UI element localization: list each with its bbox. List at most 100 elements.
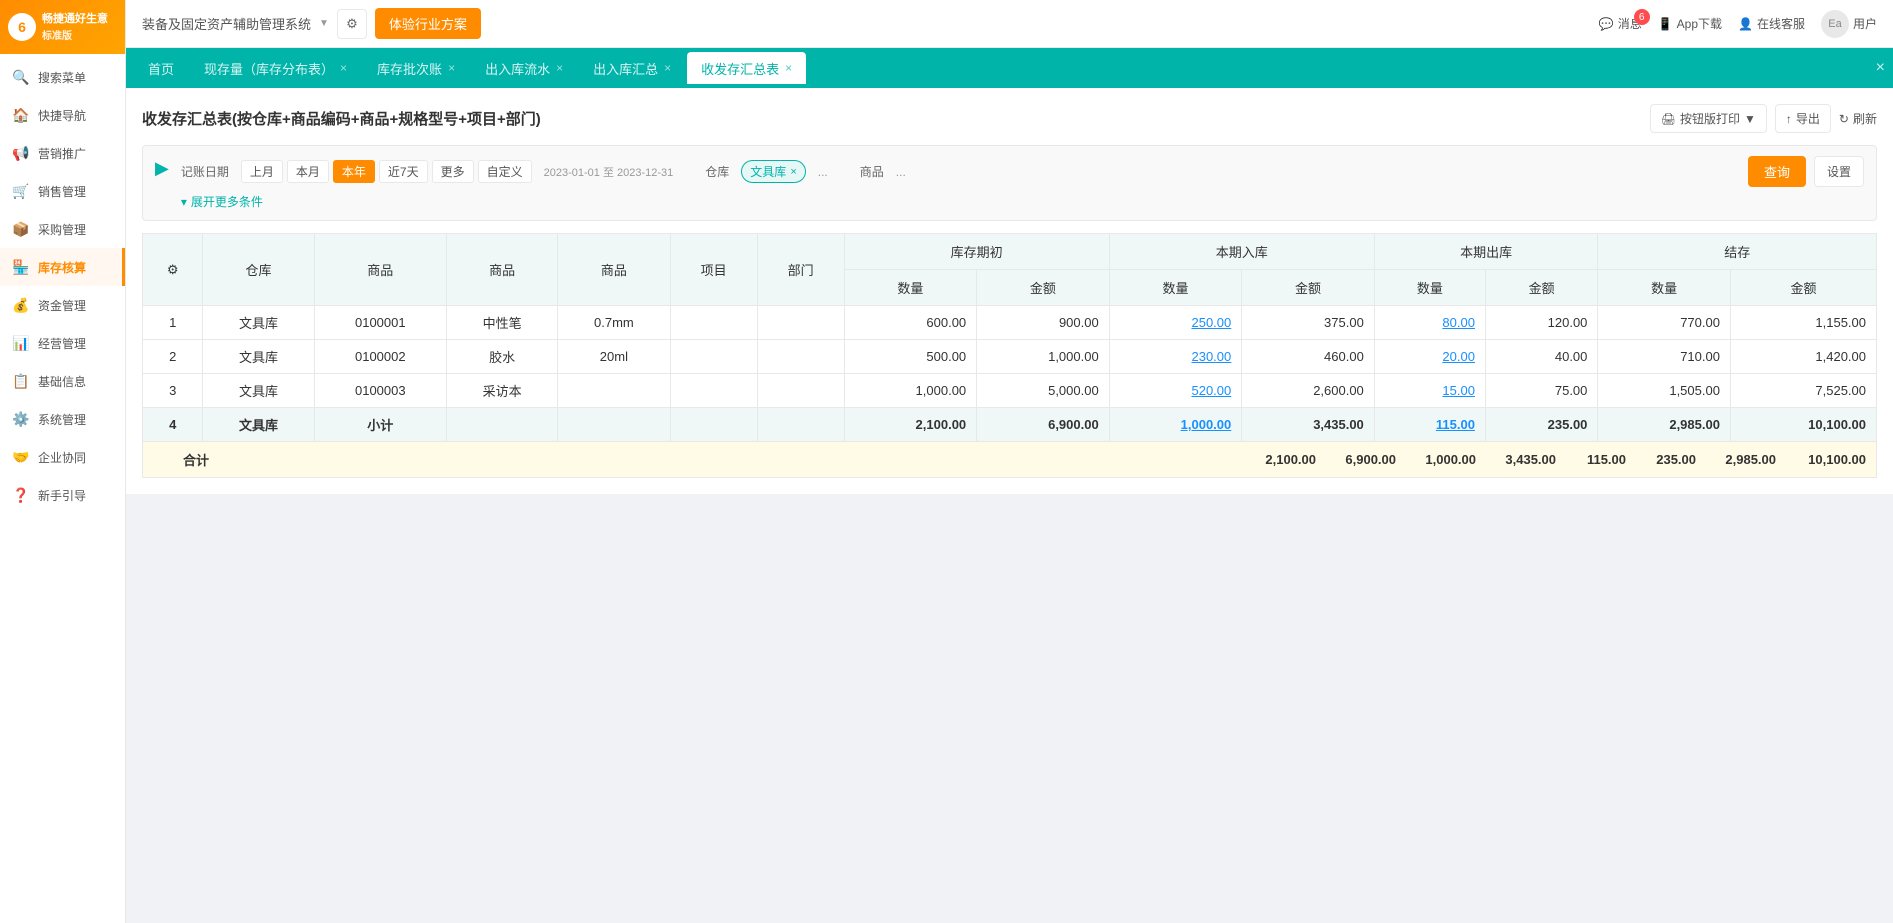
expand-filter-button[interactable]: ▾ 展开更多条件 (181, 193, 1864, 210)
row-no: 2 (143, 340, 203, 374)
date-btn-more[interactable]: 更多 (432, 160, 474, 183)
sidebar-item-search[interactable]: 🔍 搜索菜单 (0, 58, 125, 96)
tab-close-icon[interactable]: × (340, 61, 347, 75)
sidebar-nav: 🔍 搜索菜单 🏠 快捷导航 📢 营销推广 🛒 销售管理 📦 采购管理 🏪 库存核… (0, 54, 125, 923)
system-dropdown[interactable]: ▼ (319, 18, 329, 29)
avatar: Ea (1821, 10, 1849, 38)
sidebar-item-purchase[interactable]: 📦 采购管理 (0, 210, 125, 248)
date-btn-this-year[interactable]: 本年 (333, 160, 375, 183)
column-settings-button[interactable]: 设置 (1814, 156, 1864, 187)
query-button[interactable]: 查询 (1748, 156, 1806, 187)
refresh-button[interactable]: ↻ 刷新 (1839, 110, 1877, 127)
tab-label: 收发存汇总表 (701, 59, 779, 78)
sidebar-item-operations[interactable]: 📊 经营管理 (0, 324, 125, 362)
row-warehouse: 文具库 (203, 340, 314, 374)
col-gear[interactable]: ⚙ (143, 234, 203, 306)
sidebar-item-finance[interactable]: 💰 资金管理 (0, 286, 125, 324)
date-btn-this-month[interactable]: 本月 (287, 160, 329, 183)
subtotal-in-qty[interactable]: 1,000.00 (1109, 408, 1242, 442)
filter-collapse-icon[interactable]: ▶ (155, 158, 169, 179)
goods-more[interactable]: ... (896, 165, 906, 179)
sidebar-item-enterprise[interactable]: 🤝 企业协同 (0, 438, 125, 476)
message-icon: 💬 (1599, 17, 1614, 31)
date-btn-7days[interactable]: 近7天 (379, 160, 428, 183)
row-name: 采访本 (447, 374, 558, 408)
row-in-amt: 375.00 (1242, 306, 1375, 340)
sidebar-item-marketing[interactable]: 📢 营销推广 (0, 134, 125, 172)
filter-row-1: 记账日期 上月 本月 本年 近7天 更多 自定义 2023-01-01 至 20… (181, 156, 1864, 187)
col-dept-header: 部门 (757, 234, 844, 306)
row-out-qty[interactable]: 80.00 (1374, 306, 1485, 340)
tab-close-icon[interactable]: × (448, 61, 455, 75)
export-icon: ↑ (1786, 112, 1792, 126)
trial-button[interactable]: 体验行业方案 (375, 8, 481, 39)
tab-inventory-dist[interactable]: 现存量（库存分布表） × (190, 52, 361, 84)
user-menu[interactable]: Ea 用户 (1821, 10, 1877, 38)
subtotal-warehouse: 文具库 (203, 408, 314, 442)
sidebar-item-system[interactable]: ⚙️ 系统管理 (0, 400, 125, 438)
sidebar-item-quick-nav[interactable]: 🏠 快捷导航 (0, 96, 125, 134)
date-btn-last-month[interactable]: 上月 (241, 160, 283, 183)
row-in-qty[interactable]: 520.00 (1109, 374, 1242, 408)
col-in-amt: 金额 (1242, 270, 1375, 306)
export-button[interactable]: ↑ 导出 (1775, 104, 1831, 133)
app-download-button[interactable]: 📱 App下载 (1658, 15, 1722, 32)
system-icon: ⚙️ (12, 410, 30, 428)
tab-in-out-summary[interactable]: 出入库汇总 × (579, 52, 685, 84)
warehouse-more[interactable]: ... (818, 165, 828, 179)
close-all-tabs-button[interactable]: × (1876, 59, 1885, 77)
sidebar-item-base-info[interactable]: 📋 基础信息 (0, 362, 125, 400)
settings-icon-btn[interactable]: ⚙ (337, 9, 367, 39)
print-button[interactable]: 🖨 按钮版打印 ▼ (1650, 104, 1767, 133)
tab-close-icon[interactable]: × (664, 61, 671, 75)
date-btn-custom[interactable]: 自定义 (478, 160, 532, 183)
subtotal-row: 4 文具库 小计 2,100.00 6,900.00 1,000.00 3,43… (143, 408, 1877, 442)
table-row: 2 文具库 0100002 胶水 20ml 500.00 1,000.00 23… (143, 340, 1877, 374)
logo-text: 畅捷通好生意 标准版 (42, 12, 108, 42)
row-name: 中性笔 (447, 306, 558, 340)
sidebar-item-sales[interactable]: 🛒 销售管理 (0, 172, 125, 210)
row-spec: 20ml (558, 340, 670, 374)
subtotal-bal-amt: 10,100.00 (1730, 408, 1876, 442)
sidebar-item-label: 系统管理 (38, 411, 86, 428)
row-open-qty: 600.00 (844, 306, 977, 340)
tab-close-icon[interactable]: × (785, 61, 792, 75)
subtotal-no: 4 (143, 408, 203, 442)
warehouse-tag-close[interactable]: × (790, 166, 796, 178)
total-values: 2,100.00 6,900.00 1,000.00 3,435.00 115.… (723, 452, 1876, 467)
sidebar-item-inventory[interactable]: 🏪 库存核算 (0, 248, 125, 286)
total-in-qty: 1,000.00 (1406, 452, 1486, 467)
tab-close-icon[interactable]: × (556, 61, 563, 75)
row-open-qty: 500.00 (844, 340, 977, 374)
row-code: 0100003 (314, 374, 447, 408)
col-opening-amt: 金额 (977, 270, 1110, 306)
tab-in-out-flow[interactable]: 出入库流水 × (471, 52, 577, 84)
tab-batch-ledger[interactable]: 库存批次账 × (363, 52, 469, 84)
tab-home[interactable]: 首页 (134, 52, 188, 84)
print-label: 按钮版打印 (1680, 110, 1740, 127)
row-dept (757, 306, 844, 340)
support-button[interactable]: 👤 在线客服 (1738, 15, 1805, 32)
user-label: 用户 (1853, 15, 1877, 32)
sidebar-item-label: 库存核算 (38, 259, 86, 276)
row-open-amt: 900.00 (977, 306, 1110, 340)
col-out-amt: 金额 (1485, 270, 1597, 306)
row-in-qty[interactable]: 230.00 (1109, 340, 1242, 374)
logo-icon: 6 (8, 13, 36, 41)
sidebar-item-guide[interactable]: ❓ 新手引导 (0, 476, 125, 514)
subtotal-out-qty[interactable]: 115.00 (1374, 408, 1485, 442)
total-out-amt: 235.00 (1636, 452, 1706, 467)
col-in-qty: 数量 (1109, 270, 1242, 306)
row-spec: 0.7mm (558, 306, 670, 340)
row-out-qty[interactable]: 20.00 (1374, 340, 1485, 374)
tab-receipt-summary[interactable]: 收发存汇总表 × (687, 52, 806, 84)
subtotal-spec (447, 408, 558, 442)
col-bal-amt: 金额 (1730, 270, 1876, 306)
row-out-qty[interactable]: 15.00 (1374, 374, 1485, 408)
page-header: 收发存汇总表(按仓库+商品编码+商品+规格型号+项目+部门) 🖨 按钮版打印 ▼… (142, 104, 1877, 133)
col-opening-header: 库存期初 (844, 234, 1109, 270)
row-in-qty[interactable]: 250.00 (1109, 306, 1242, 340)
message-button[interactable]: 💬 消息 6 (1599, 15, 1642, 32)
operations-icon: 📊 (12, 334, 30, 352)
sidebar: 6 畅捷通好生意 标准版 🔍 搜索菜单 🏠 快捷导航 📢 营销推广 🛒 销售管理… (0, 0, 126, 923)
